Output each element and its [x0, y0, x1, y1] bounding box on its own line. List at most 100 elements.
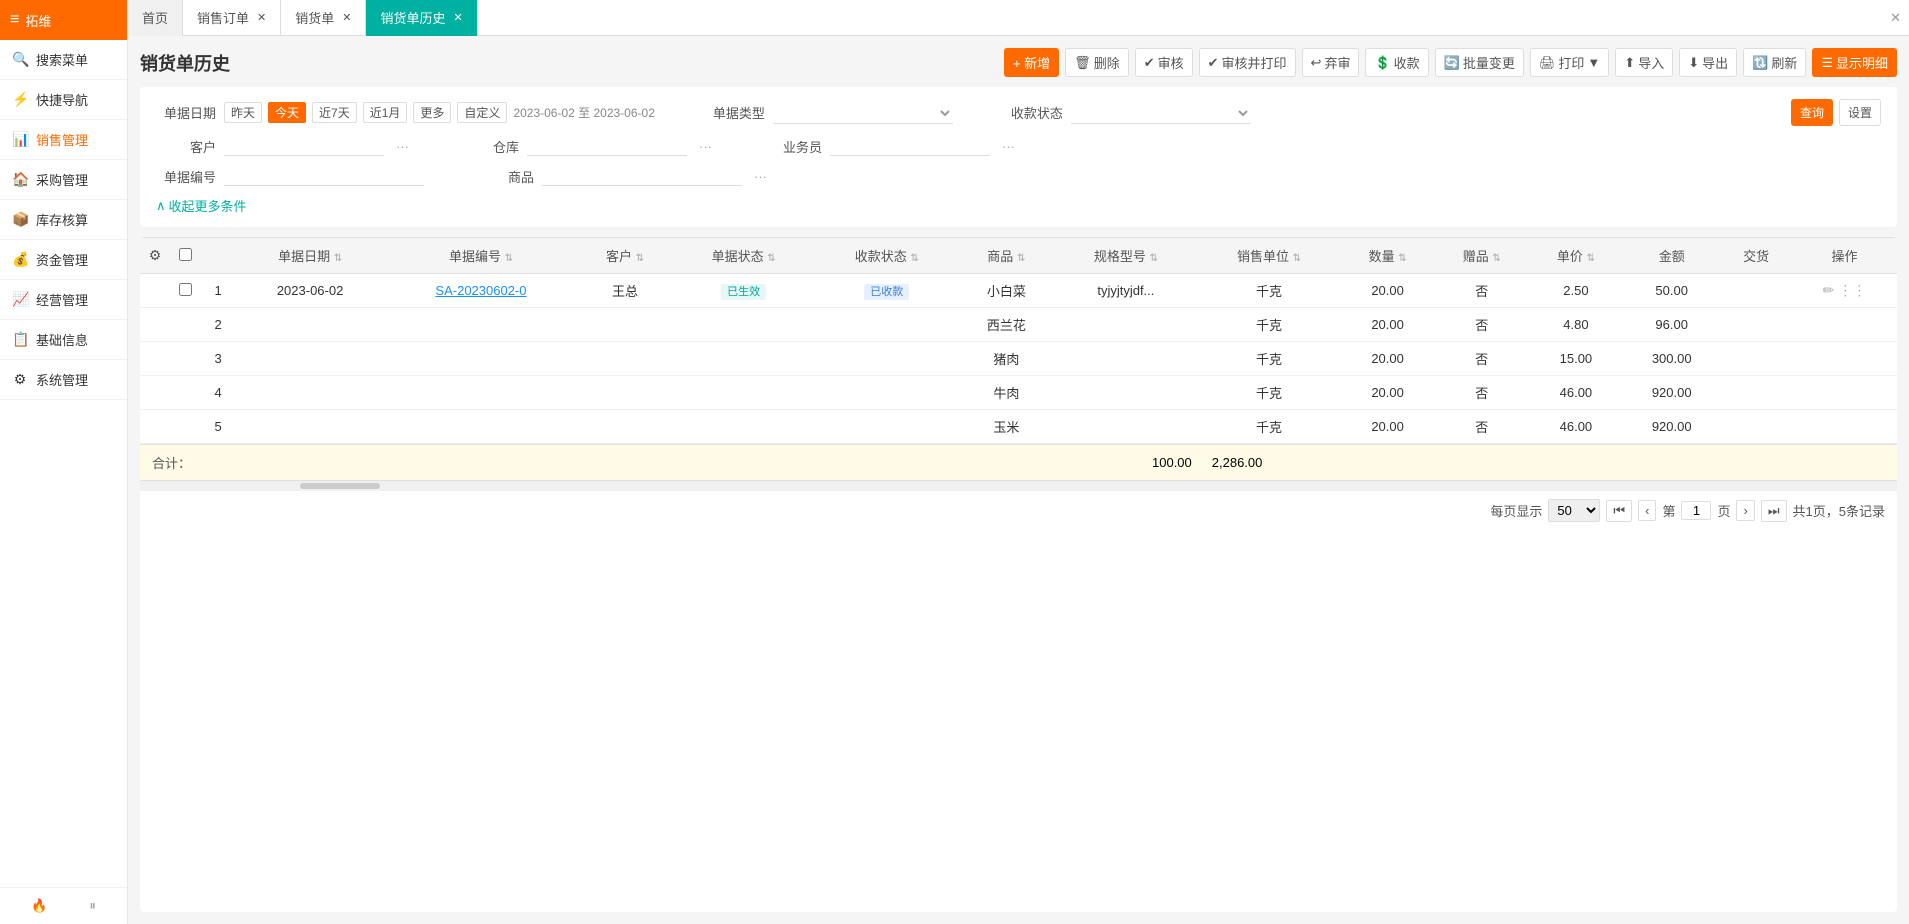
sidebar-item-sales-mgmt[interactable]: 📊 销售管理	[0, 120, 127, 160]
edit-icon[interactable]: ✏	[1823, 282, 1835, 299]
prev-page-button[interactable]: ‹	[1638, 500, 1656, 521]
tab-home[interactable]: 首页	[128, 0, 183, 36]
th-spec[interactable]: 规格型号 ⇅	[1054, 238, 1197, 274]
th-doc-status[interactable]: 单据状态 ⇅	[672, 238, 815, 274]
new-button[interactable]: + 新增	[1004, 48, 1059, 77]
th-number[interactable]: 单据编号 ⇅	[384, 238, 578, 274]
cell-checkbox[interactable]	[170, 342, 200, 376]
th-trade[interactable]: 交货	[1720, 238, 1792, 274]
sidebar-item-quick-nav[interactable]: ⚡ 快捷导航	[0, 80, 127, 120]
warehouse-dots[interactable]: ···	[699, 139, 712, 154]
th-checkbox[interactable]	[170, 238, 200, 274]
main-content: 首页 销售订单 ✕ 销货单 ✕ 销货单历史 ✕ ✕ 销货单历史 + 新增 🗑	[128, 0, 1909, 924]
product-input[interactable]	[542, 166, 742, 186]
date-sort-icon[interactable]: ⇅	[334, 253, 342, 264]
sidebar-item-label: 资金管理	[36, 250, 88, 269]
last-page-button[interactable]: ⏭	[1761, 500, 1787, 522]
sidebar-item-purchase-mgmt[interactable]: 🏠 采购管理	[0, 160, 127, 200]
cell-checkbox[interactable]	[170, 376, 200, 410]
collect-button[interactable]: 💲 收款	[1365, 48, 1428, 77]
th-price[interactable]: 单价 ⇅	[1529, 238, 1623, 274]
row-checkbox[interactable]	[179, 283, 192, 296]
th-gift[interactable]: 赠品 ⇅	[1435, 238, 1529, 274]
pay-status-select[interactable]	[1071, 102, 1251, 124]
date-btn-today[interactable]: 今天	[268, 102, 306, 123]
first-page-button[interactable]: ⏮	[1606, 500, 1632, 522]
refresh-button[interactable]: 🔃 刷新	[1743, 48, 1806, 77]
show-detail-button[interactable]: ☰ 显示明细	[1812, 48, 1897, 77]
sidebar-item-finance[interactable]: 💰 资金管理	[0, 240, 127, 280]
sidebar-item-inventory[interactable]: 📦 库存核算	[0, 200, 127, 240]
date-btn-custom[interactable]: 自定义	[457, 102, 507, 123]
audit-print-button[interactable]: ✔ 审核并打印	[1199, 48, 1296, 77]
quantity-sort-icon[interactable]: ⇅	[1398, 253, 1406, 264]
sidebar-item-basic-info[interactable]: 📋 基础信息	[0, 320, 127, 360]
doc-number-input[interactable]	[224, 166, 424, 186]
delete-button[interactable]: 🗑 删除	[1065, 48, 1129, 77]
date-btn-more[interactable]: 更多	[413, 102, 451, 123]
doc-type-select[interactable]	[773, 102, 953, 124]
tab-sales-order-close[interactable]: ✕	[257, 11, 266, 24]
sidebar-bottom-icon2[interactable]: ⏸	[89, 898, 96, 914]
salesperson-dots[interactable]: ···	[1002, 139, 1015, 154]
tab-sales-delivery[interactable]: 销货单 ✕	[281, 0, 366, 36]
sidebar-item-operation[interactable]: 📈 经营管理	[0, 280, 127, 320]
product-sort-icon[interactable]: ⇅	[1017, 253, 1025, 264]
batch-change-button[interactable]: 🔄 批量变更	[1435, 48, 1524, 77]
cell-checkbox[interactable]	[170, 410, 200, 444]
tab-sales-history[interactable]: 销货单历史 ✕	[366, 0, 477, 36]
abandon-button[interactable]: ↩ 弃审	[1302, 48, 1360, 77]
query-button[interactable]: 查询	[1791, 99, 1833, 126]
gift-sort-icon[interactable]: ⇅	[1492, 253, 1500, 264]
sidebar-item-search[interactable]: 🔍 搜索菜单	[0, 40, 127, 80]
th-unit[interactable]: 销售单位 ⇅	[1197, 238, 1340, 274]
spec-sort-icon[interactable]: ⇅	[1150, 253, 1158, 264]
gear-icon[interactable]: ⚙	[149, 247, 162, 263]
cell-action: ✏ ⋮⋮	[1792, 274, 1897, 308]
pay-status-sort-icon[interactable]: ⇅	[910, 253, 918, 264]
customer-dots[interactable]: ···	[396, 139, 409, 154]
doc-number-link[interactable]: SA-20230602-0	[435, 283, 526, 298]
export-button[interactable]: ⬇ 导出	[1679, 48, 1737, 77]
customer-input[interactable]	[224, 136, 384, 156]
customer-sort-icon[interactable]: ⇅	[636, 253, 644, 264]
tab-sales-order[interactable]: 销售订单 ✕	[183, 0, 281, 36]
number-sort-icon[interactable]: ⇅	[505, 253, 513, 264]
date-btn-1month[interactable]: 近1月	[363, 102, 408, 123]
th-gear[interactable]: ⚙	[140, 238, 170, 274]
product-dots[interactable]: ···	[754, 169, 767, 184]
th-quantity[interactable]: 数量 ⇅	[1341, 238, 1435, 274]
th-pay-status[interactable]: 收款状态 ⇅	[815, 238, 958, 274]
page-size-select[interactable]: 50 10 20 100	[1548, 499, 1600, 522]
scrollbar-area[interactable]	[140, 480, 1897, 490]
th-amount[interactable]: 金额	[1623, 238, 1720, 274]
tab-sales-delivery-close[interactable]: ✕	[342, 11, 351, 24]
page-input[interactable]	[1681, 501, 1711, 520]
collapse-link[interactable]: ∧ 收起更多条件	[156, 196, 1881, 215]
cell-checkbox[interactable]	[170, 308, 200, 342]
more-icon[interactable]: ⋮⋮	[1838, 282, 1866, 299]
tab-sales-history-close[interactable]: ✕	[454, 11, 463, 24]
scrollbar-thumb[interactable]	[300, 483, 380, 489]
cell-checkbox[interactable]	[170, 274, 200, 308]
date-btn-7days[interactable]: 近7天	[312, 102, 357, 123]
print-button[interactable]: 🖨 打印 ▼	[1530, 48, 1609, 77]
select-all-checkbox[interactable]	[179, 248, 192, 261]
next-page-button[interactable]: ›	[1736, 500, 1754, 521]
sidebar-item-sys-mgmt[interactable]: ⚙ 系统管理	[0, 360, 127, 400]
audit-button[interactable]: ✔ 审核	[1135, 48, 1193, 77]
th-customer[interactable]: 客户 ⇅	[578, 238, 672, 274]
sidebar-bottom-icon1[interactable]: 🔥	[31, 898, 47, 914]
unit-sort-icon[interactable]: ⇅	[1293, 253, 1301, 264]
warehouse-input[interactable]	[527, 136, 687, 156]
th-date[interactable]: 单据日期 ⇅	[236, 238, 384, 274]
date-btn-yesterday[interactable]: 昨天	[224, 102, 262, 123]
import-button[interactable]: ⬆ 导入	[1615, 48, 1673, 77]
tab-bar-close-all[interactable]: ✕	[1890, 10, 1909, 26]
price-sort-icon[interactable]: ⇅	[1587, 253, 1595, 264]
doc-status-sort-icon[interactable]: ⇅	[767, 253, 775, 264]
batch-change-icon: 🔄	[1444, 55, 1460, 71]
settings-button[interactable]: 设置	[1839, 99, 1881, 126]
salesperson-input[interactable]	[830, 136, 990, 156]
th-product[interactable]: 商品 ⇅	[958, 238, 1054, 274]
